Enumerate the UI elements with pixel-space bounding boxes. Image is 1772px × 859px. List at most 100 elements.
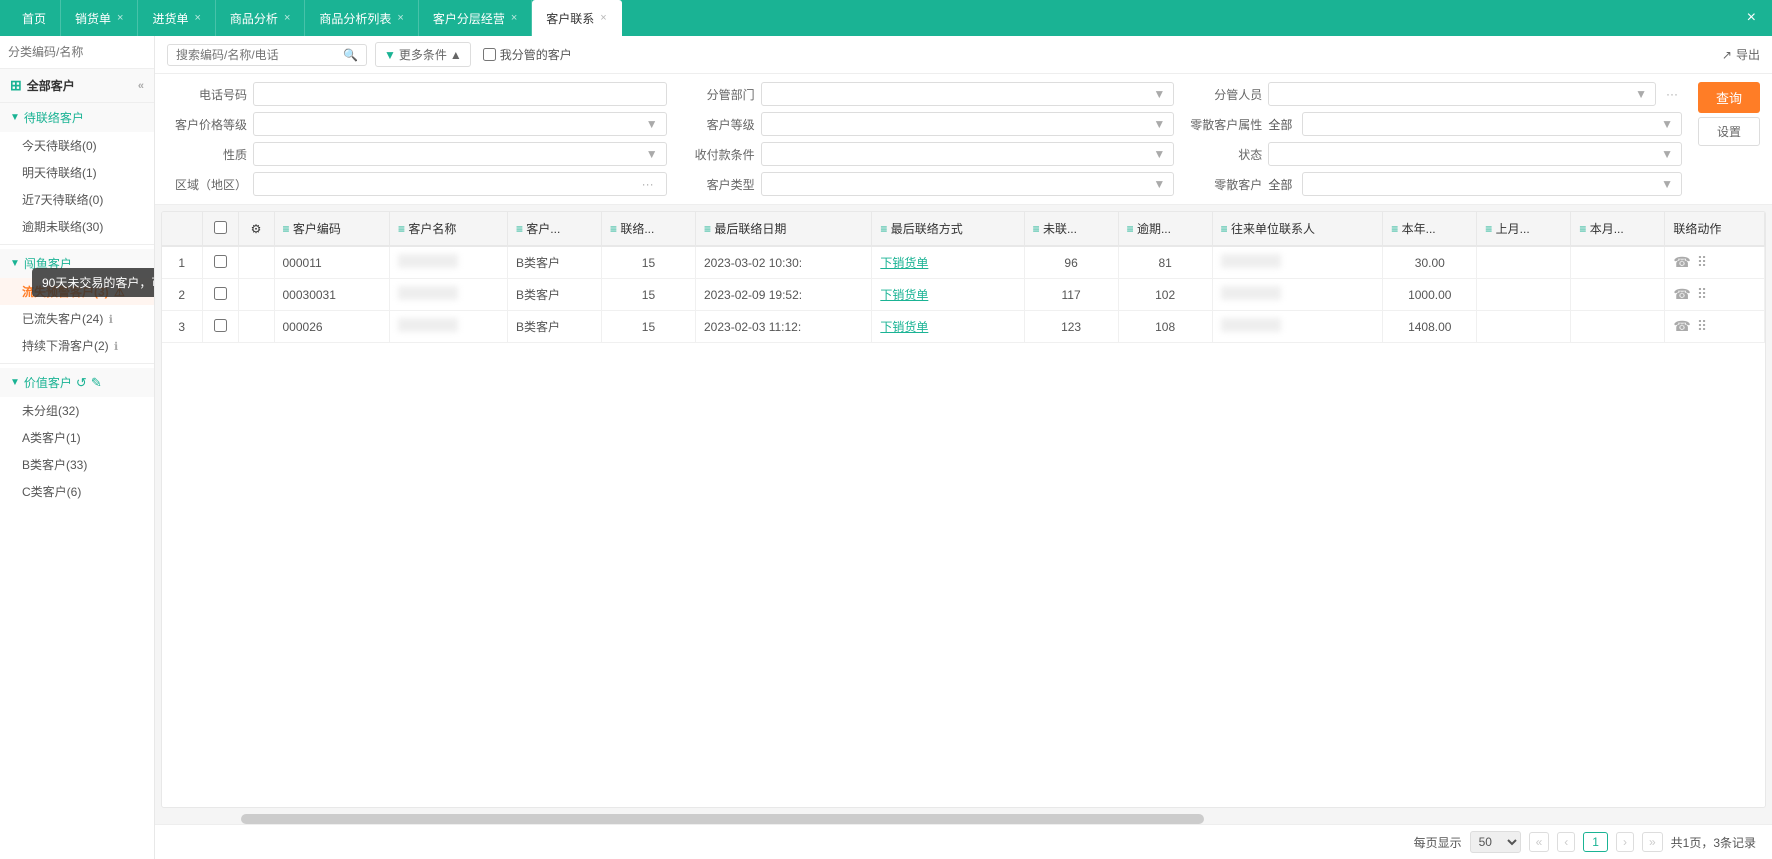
tab-purchase-order[interactable]: 进货单 × [138, 0, 215, 36]
my-customers-checkbox[interactable] [483, 48, 496, 61]
filter-status: 状态 ▼ [1182, 142, 1682, 166]
contact-icon[interactable]: ☎ [1673, 286, 1690, 303]
page-size-select[interactable]: 50 100 200 [1470, 831, 1521, 853]
filter-payment: 收付款条件 ▼ [675, 142, 1175, 166]
tab-close-icon[interactable]: × [194, 12, 200, 24]
sidebar-item-class-a[interactable]: A类客户(1) [0, 424, 154, 451]
query-button[interactable]: 查询 [1698, 82, 1760, 113]
customer-type-select[interactable]: ▼ [761, 172, 1175, 196]
tab-close-icon[interactable]: × [511, 12, 517, 24]
price-level-select[interactable]: ▼ [253, 112, 667, 136]
row-action[interactable]: ☎ ⠿ [1665, 311, 1765, 343]
sidebar-item-churn-warning[interactable]: 流失预警客户(3) ⚠ [0, 278, 154, 305]
sidebar-group-churn-customers[interactable]: ▼ 闯鱼客户 [0, 249, 154, 278]
row-action[interactable]: ☎ ⠿ [1665, 246, 1765, 279]
col-header-this-year: ≡ 本年... [1383, 212, 1477, 246]
tab-product-analysis-list[interactable]: 商品分析列表 × [305, 0, 418, 36]
row-more [238, 279, 274, 311]
row-checkbox[interactable] [202, 279, 238, 311]
more-actions-icon[interactable]: ⠿ [1697, 286, 1707, 303]
advanced-filter: 电话号码 分管部门 ▼ 分管人员 [155, 74, 1772, 205]
sidebar-search-input[interactable] [8, 45, 155, 59]
sidebar-item-class-b[interactable]: B类客户(33) [0, 451, 154, 478]
sidebar-item-today-pending[interactable]: 今天待联络(0) [0, 132, 154, 159]
sidebar-all-customers[interactable]: ⊞ 全部客户 « [0, 69, 154, 103]
table-row: 2 00030031 B类客户 15 2023-02-09 19:52: 下销货… [162, 279, 1765, 311]
close-all-tabs-button[interactable]: × [1739, 9, 1764, 27]
sort-prefix: ≡ [1579, 222, 1586, 236]
more-options-icon[interactable]: ··· [638, 177, 658, 191]
scrollbar-thumb[interactable] [241, 814, 1204, 824]
more-actions-icon[interactable]: ⠿ [1697, 254, 1707, 271]
more-conditions-button[interactable]: ▼ 更多条件 ▲ [375, 42, 471, 67]
row-last-contact-method[interactable]: 下销货单 [872, 246, 1024, 279]
col-check-header[interactable] [202, 212, 238, 246]
last-page-button[interactable]: » [1642, 832, 1663, 852]
search-button[interactable]: 🔍 [343, 48, 358, 62]
gender-select[interactable]: ▼ [253, 142, 667, 166]
sidebar-item-class-c[interactable]: C类客户(6) [0, 478, 154, 505]
refresh-icon[interactable]: ↺ [76, 375, 87, 391]
filter-row-4: 区域（地区） ··· 客户类型 ▼ [167, 172, 1682, 196]
edit-icon[interactable]: ✎ [91, 375, 102, 391]
dept-select[interactable]: ▼ [761, 82, 1175, 106]
sidebar-group-value-customers[interactable]: ▼ 价值客户 ↺ ✎ [0, 368, 154, 397]
sidebar-group-pending-contact[interactable]: ▼ 待联络客户 [0, 103, 154, 132]
manager-select[interactable]: ▼ [1268, 82, 1656, 106]
row-type: B类客户 [507, 311, 601, 343]
zero-customer-select[interactable]: ▼ [1302, 172, 1682, 196]
select-all-checkbox[interactable] [214, 221, 227, 234]
status-select[interactable]: ▼ [1268, 142, 1682, 166]
row-checkbox[interactable] [202, 246, 238, 279]
tab-close-icon[interactable]: × [284, 12, 290, 24]
row-last-contact-method[interactable]: 下销货单 [872, 311, 1024, 343]
tab-close-icon[interactable]: × [600, 12, 606, 24]
export-icon: ↗ [1722, 48, 1732, 62]
row-last-contact-method[interactable]: 下销货单 [872, 279, 1024, 311]
col-setting-header[interactable]: ⚙ [238, 212, 274, 246]
next-page-button[interactable]: › [1616, 832, 1634, 852]
tab-close-icon[interactable]: × [117, 12, 123, 24]
sort-prefix: ≡ [880, 222, 887, 236]
payment-select[interactable]: ▼ [761, 142, 1175, 166]
sort-prefix: ≡ [283, 222, 290, 236]
more-actions-icon[interactable]: ⠿ [1697, 318, 1707, 335]
zero-retail-select[interactable]: ▼ [1302, 112, 1682, 136]
table-row: 3 000026 B类客户 15 2023-02-03 11:12: 下销货单 … [162, 311, 1765, 343]
tab-product-analysis[interactable]: 商品分析 × [216, 0, 305, 36]
row-name [389, 311, 507, 343]
col-num [162, 212, 202, 246]
sidebar-item-declining[interactable]: 持续下滑客户(2) ℹ [0, 332, 154, 359]
sidebar-item-ungrouped[interactable]: 未分组(32) [0, 397, 154, 424]
first-page-button[interactable]: « [1529, 832, 1550, 852]
tab-home[interactable]: 首页 [8, 0, 61, 36]
chevron-up-icon: ▲ [450, 48, 462, 62]
tab-customer-segmentation[interactable]: 客户分层经营 × [419, 0, 532, 36]
sidebar-item-7days-pending[interactable]: 近7天待联络(0) [0, 186, 154, 213]
tab-customer-contact[interactable]: 客户联系 × [532, 0, 621, 36]
row-this-year: 30.00 [1383, 246, 1477, 279]
sidebar-item-overdue-contact[interactable]: 逾期未联络(30) [0, 213, 154, 240]
customer-level-select[interactable]: ▼ [761, 112, 1175, 136]
row-checkbox[interactable] [202, 311, 238, 343]
collapse-icon[interactable]: « [138, 80, 144, 92]
contact-icon[interactable]: ☎ [1673, 318, 1690, 335]
contact-icon[interactable]: ☎ [1673, 254, 1690, 271]
tab-sales-order[interactable]: 销货单 × [61, 0, 138, 36]
search-input[interactable] [176, 48, 343, 62]
filter-zero-retail: 零散客户属性 全部 ▼ [1182, 112, 1682, 136]
phone-input[interactable] [253, 82, 667, 106]
tab-close-icon[interactable]: × [397, 12, 403, 24]
more-options-icon[interactable]: ··· [1662, 87, 1682, 101]
horizontal-scrollbar[interactable] [161, 814, 1766, 824]
my-customers-checkbox-group[interactable]: 我分管的客户 [483, 46, 572, 63]
region-select[interactable]: ··· [253, 172, 667, 196]
sidebar-item-already-churned[interactable]: 已流失客户(24) ℹ [0, 305, 154, 332]
settings-button[interactable]: 设置 [1698, 117, 1760, 146]
row-action[interactable]: ☎ ⠿ [1665, 279, 1765, 311]
sidebar-item-tomorrow-pending[interactable]: 明天待联络(1) [0, 159, 154, 186]
sort-prefix: ≡ [1221, 222, 1228, 236]
prev-page-button[interactable]: ‹ [1557, 832, 1575, 852]
export-button[interactable]: ↗ 导出 [1722, 46, 1760, 63]
row-code: 00030031 [274, 279, 389, 311]
